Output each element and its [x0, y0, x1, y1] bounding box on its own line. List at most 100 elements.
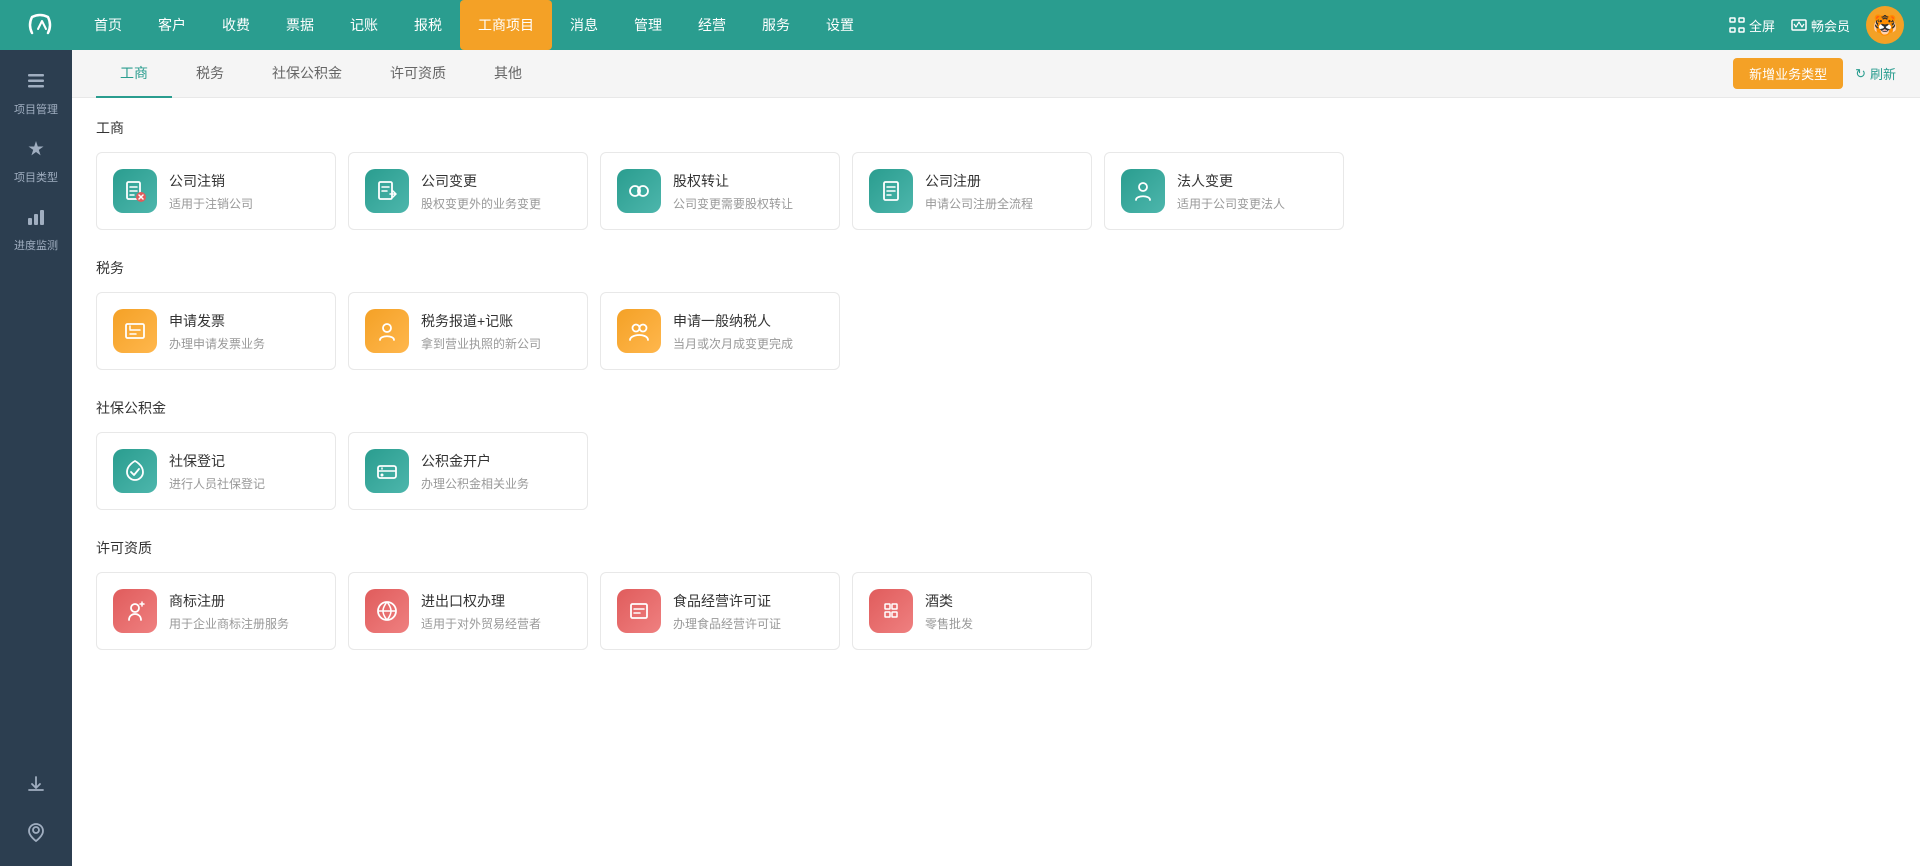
card-icon-trademark [113, 589, 157, 633]
card-text-apply-invoice: 申请发票 办理申请发票业务 [169, 311, 265, 352]
card-text-legal-change: 法人变更 适用于公司变更法人 [1177, 171, 1285, 212]
card-grid-business: 公司注销 适用于注销公司 公司变更 股权变更外的业务变更 [96, 152, 1896, 230]
card-text-company-register: 公司注册 申请公司注册全流程 [925, 171, 1033, 212]
card-title-food-license: 食品经营许可证 [673, 591, 781, 611]
sidebar-item-project-manage[interactable]: 项目管理 [0, 58, 72, 126]
card-tax-report[interactable]: 税务报道+记账 拿到营业执照的新公司 [348, 292, 588, 370]
nav-right-area: 全屏 畅会员 🐯 [1729, 6, 1904, 44]
chart-icon [22, 203, 50, 231]
card-icon-company-register [869, 169, 913, 213]
nav-service[interactable]: 服务 [744, 0, 808, 50]
card-icon-equity-transfer [617, 169, 661, 213]
card-social-register[interactable]: 社保登记 进行人员社保登记 [96, 432, 336, 510]
tab-social-security[interactable]: 社保公积金 [248, 50, 366, 98]
nav-tax[interactable]: 报税 [396, 0, 460, 50]
nav-bill[interactable]: 票据 [268, 0, 332, 50]
location-icon[interactable] [18, 814, 54, 850]
section-title-social: 社保公积金 [96, 398, 1896, 418]
nav-settings[interactable]: 设置 [808, 0, 872, 50]
card-desc-company-cancel: 适用于注销公司 [169, 195, 253, 212]
card-text-fund-account: 公积金开户 办理公积金相关业务 [421, 451, 529, 492]
card-icon-tax-report [365, 309, 409, 353]
card-trademark[interactable]: 商标注册 用于企业商标注册服务 [96, 572, 336, 650]
list-icon [22, 67, 50, 95]
card-icon-social-register [113, 449, 157, 493]
card-icon-alcohol [869, 589, 913, 633]
mascot-avatar[interactable]: 🐯 [1866, 6, 1904, 44]
card-desc-fund-account: 办理公积金相关业务 [421, 475, 529, 492]
vip-button[interactable]: 畅会员 [1791, 16, 1850, 35]
card-text-general-taxpayer: 申请一般纳税人 当月或次月成变更完成 [673, 311, 793, 352]
tab-other[interactable]: 其他 [470, 50, 546, 98]
fullscreen-button[interactable]: 全屏 [1729, 16, 1775, 35]
tab-business[interactable]: 工商 [96, 50, 172, 98]
card-icon-apply-invoice [113, 309, 157, 353]
card-text-social-register: 社保登记 进行人员社保登记 [169, 451, 265, 492]
nav-business[interactable]: 工商项目 [460, 0, 552, 50]
nav-accounting[interactable]: 记账 [332, 0, 396, 50]
tab-tax[interactable]: 税务 [172, 50, 248, 98]
card-desc-tax-report: 拿到营业执照的新公司 [421, 335, 541, 352]
card-company-cancel[interactable]: 公司注销 适用于注销公司 [96, 152, 336, 230]
card-text-tax-report: 税务报道+记账 拿到营业执照的新公司 [421, 311, 541, 352]
card-desc-food-license: 办理食品经营许可证 [673, 615, 781, 632]
card-company-change[interactable]: 公司变更 股权变更外的业务变更 [348, 152, 588, 230]
card-title-trademark: 商标注册 [169, 591, 289, 611]
refresh-icon: ↻ [1855, 66, 1866, 82]
card-text-food-license: 食品经营许可证 办理食品经营许可证 [673, 591, 781, 632]
card-icon-general-taxpayer [617, 309, 661, 353]
tab-qualification[interactable]: 许可资质 [366, 50, 470, 98]
card-equity-transfer[interactable]: 股权转让 公司变更需要股权转让 [600, 152, 840, 230]
card-text-import-export: 进出口权办理 适用于对外贸易经营者 [421, 591, 541, 632]
nav-fee[interactable]: 收费 [204, 0, 268, 50]
card-apply-invoice[interactable]: 申请发票 办理申请发票业务 [96, 292, 336, 370]
card-desc-social-register: 进行人员社保登记 [169, 475, 265, 492]
card-icon-food-license [617, 589, 661, 633]
card-desc-alcohol: 零售批发 [925, 615, 973, 632]
card-text-alcohol: 酒类 零售批发 [925, 591, 973, 632]
nav-home[interactable]: 首页 [76, 0, 140, 50]
card-legal-change[interactable]: 法人变更 适用于公司变更法人 [1104, 152, 1344, 230]
card-text-company-change: 公司变更 股权变更外的业务变更 [421, 171, 541, 212]
card-title-company-cancel: 公司注销 [169, 171, 253, 191]
card-title-apply-invoice: 申请发票 [169, 311, 265, 331]
card-icon-legal-change [1121, 169, 1165, 213]
logo[interactable] [16, 0, 64, 50]
nav-operation[interactable]: 经营 [680, 0, 744, 50]
star-icon [22, 135, 50, 163]
card-title-tax-report: 税务报道+记账 [421, 311, 541, 331]
card-food-license[interactable]: 食品经营许可证 办理食品经营许可证 [600, 572, 840, 650]
download-icon[interactable] [18, 766, 54, 802]
refresh-button[interactable]: ↻ 刷新 [1855, 64, 1896, 83]
card-desc-general-taxpayer: 当月或次月成变更完成 [673, 335, 793, 352]
card-desc-trademark: 用于企业商标注册服务 [169, 615, 289, 632]
nav-client[interactable]: 客户 [140, 0, 204, 50]
sidebar-item-project-type[interactable]: 项目类型 [0, 126, 72, 194]
card-icon-import-export [365, 589, 409, 633]
scroll-content: 工商 公司注销 适用于注销公司 [72, 98, 1920, 866]
card-title-legal-change: 法人变更 [1177, 171, 1285, 191]
card-desc-legal-change: 适用于公司变更法人 [1177, 195, 1285, 212]
card-import-export[interactable]: 进出口权办理 适用于对外贸易经营者 [348, 572, 588, 650]
card-grid-social: 社保登记 进行人员社保登记 公积金开户 [96, 432, 1896, 510]
tab-bar-actions: 新增业务类型 ↻ 刷新 [1733, 58, 1896, 89]
top-navigation: 首页 客户 收费 票据 记账 报税 工商项目 消息 管理 经营 服务 设置 全屏 [0, 0, 1920, 50]
section-title-permit: 许可资质 [96, 538, 1896, 558]
refresh-label: 刷新 [1870, 64, 1896, 83]
card-desc-company-change: 股权变更外的业务变更 [421, 195, 541, 212]
card-alcohol[interactable]: 酒类 零售批发 [852, 572, 1092, 650]
main-container: 项目管理 项目类型 进度监测 [0, 50, 1920, 866]
card-company-register[interactable]: 公司注册 申请公司注册全流程 [852, 152, 1092, 230]
card-desc-import-export: 适用于对外贸易经营者 [421, 615, 541, 632]
sidebar: 项目管理 项目类型 进度监测 [0, 50, 72, 866]
sidebar-label-project-manage: 项目管理 [14, 101, 58, 117]
add-type-button[interactable]: 新增业务类型 [1733, 58, 1843, 89]
card-general-taxpayer[interactable]: 申请一般纳税人 当月或次月成变更完成 [600, 292, 840, 370]
sidebar-item-progress[interactable]: 进度监测 [0, 194, 72, 262]
tab-bar: 工商 税务 社保公积金 许可资质 其他 新增业务类型 ↻ 刷新 [72, 50, 1920, 98]
nav-manage[interactable]: 管理 [616, 0, 680, 50]
nav-message[interactable]: 消息 [552, 0, 616, 50]
content-area: 工商 税务 社保公积金 许可资质 其他 新增业务类型 ↻ 刷新 工商 [72, 50, 1920, 866]
card-title-social-register: 社保登记 [169, 451, 265, 471]
card-fund-account[interactable]: 公积金开户 办理公积金相关业务 [348, 432, 588, 510]
